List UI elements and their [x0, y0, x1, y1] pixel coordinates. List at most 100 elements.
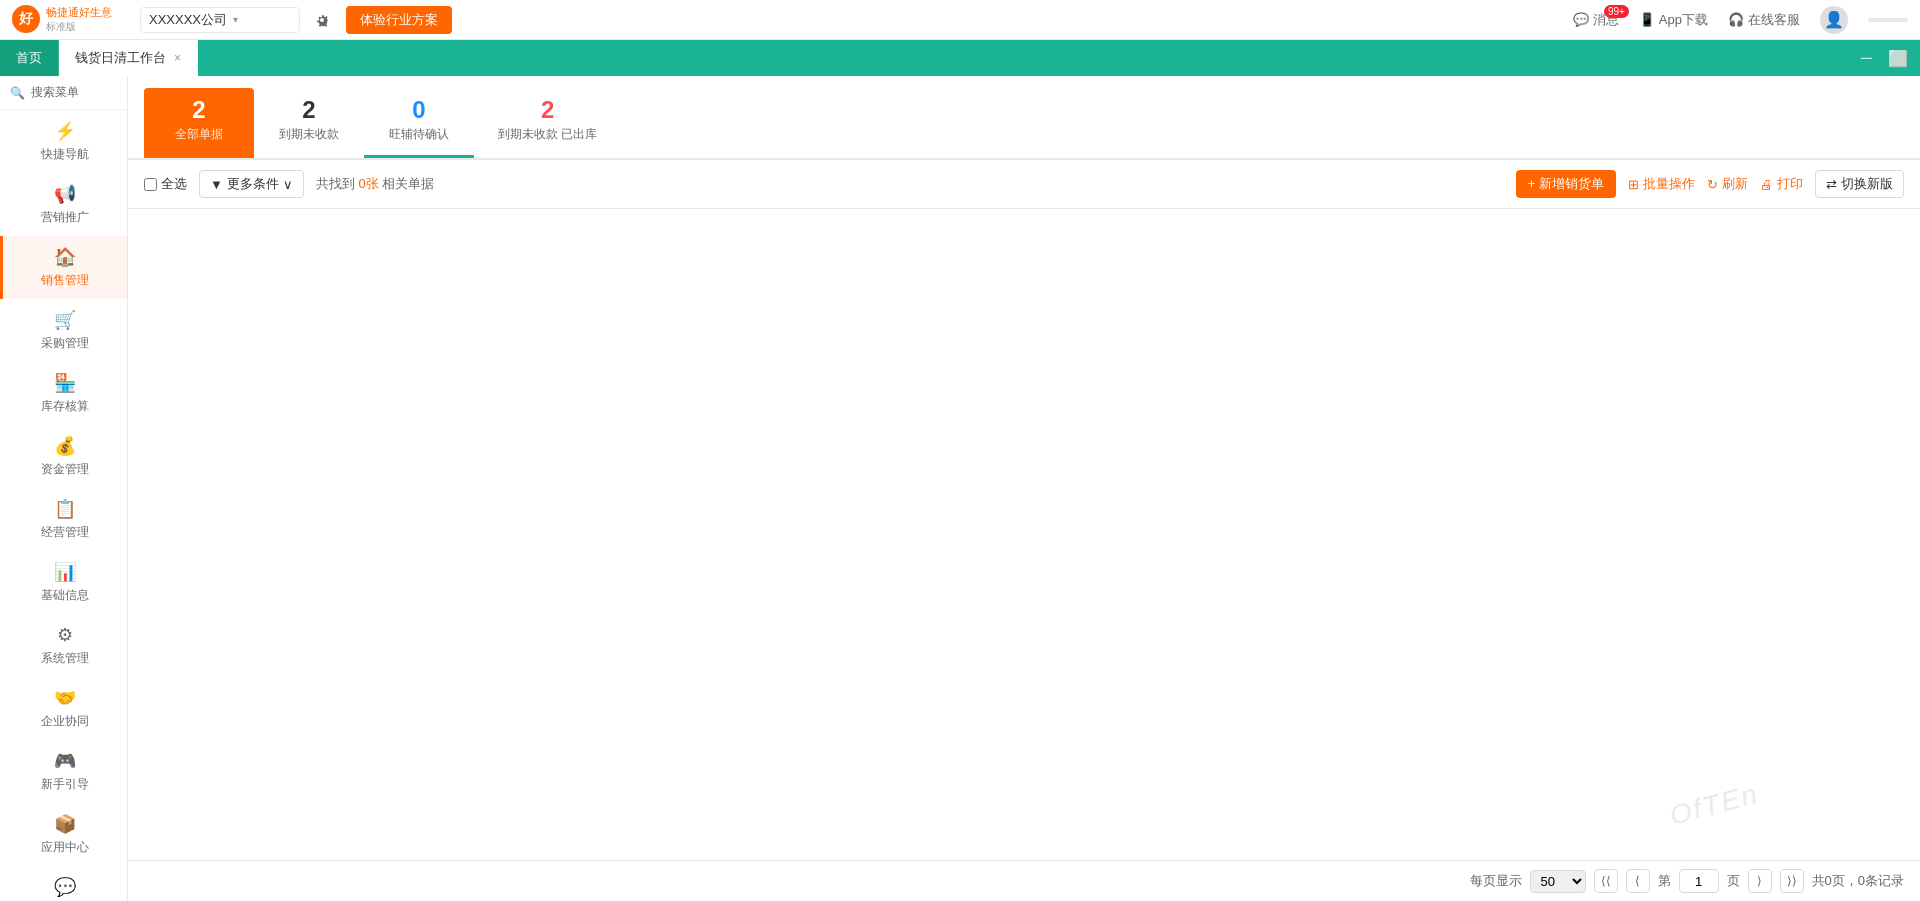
app-download-btn[interactable]: 📱 App下载 — [1639, 11, 1708, 29]
more-conditions-label: 更多条件 — [227, 175, 279, 193]
per-page-select[interactable]: 50 100 200 — [1530, 870, 1586, 893]
more-conditions-btn[interactable]: ▼ 更多条件 ∨ — [199, 170, 304, 198]
sidebar-item-app-center[interactable]: 📦 应用中心 — [0, 803, 127, 866]
summary-tab-pending-number: 0 — [412, 96, 425, 124]
wecom-icon: 💬 — [54, 876, 76, 898]
batch-operation-btn[interactable]: ⊞ 批量操作 — [1628, 175, 1695, 193]
total-info: 共0页，0条记录 — [1812, 872, 1904, 890]
tab-home[interactable]: 首页 — [0, 40, 59, 76]
sidebar-item-basic-info[interactable]: 📊 基础信息 — [0, 551, 127, 614]
online-service-btn[interactable]: 🎧 在线客服 — [1728, 11, 1800, 29]
summary-tab-all[interactable]: 2 全部单据 — [144, 88, 254, 158]
filter-bar-right: + 新增销货单 ⊞ 批量操作 ↻ 刷新 🖨 打印 ⇄ 切换新版 — [1516, 170, 1904, 198]
purchase-icon: 🛒 — [54, 309, 76, 331]
batch-icon: ⊞ — [1628, 177, 1639, 192]
filter-bar: 全选 ▼ 更多条件 ∨ 共找到 0张 相关单据 + 新增销货单 ⊞ 批量操作 ↻ — [128, 160, 1920, 209]
search-menu-label: 搜索菜单 — [31, 84, 79, 101]
chevron-down-icon: ▾ — [233, 14, 238, 25]
summary-tab-pending-label: 旺辅待确认 — [389, 126, 449, 143]
refresh-btn[interactable]: ↻ 刷新 — [1707, 175, 1748, 193]
sidebar-item-label: 销售管理 — [41, 272, 89, 289]
switch-new-version-btn[interactable]: ⇄ 切换新版 — [1815, 170, 1904, 198]
header-right: 💬 消息 99+ 📱 App下载 🎧 在线客服 👤 — [1573, 6, 1908, 34]
company-selector[interactable]: XXXXXX公司 ▾ — [140, 7, 300, 33]
print-btn[interactable]: 🖨 打印 — [1760, 175, 1803, 193]
sidebar-item-system[interactable]: ⚙ 系统管理 — [0, 614, 127, 677]
page-input[interactable] — [1679, 869, 1719, 893]
system-icon: ⚙ — [54, 624, 76, 646]
app-download-label: App下载 — [1659, 11, 1708, 29]
sidebar-item-label: 营销推广 — [41, 209, 89, 226]
print-label: 打印 — [1777, 175, 1803, 193]
message-btn[interactable]: 💬 消息 99+ — [1573, 11, 1619, 29]
tab-minimize-icon[interactable]: ─ — [1857, 47, 1876, 69]
found-count: 0张 — [359, 176, 379, 191]
tab-bar-right: ─ ⬜ — [1857, 47, 1920, 70]
chevron-down-icon: ∨ — [283, 177, 293, 192]
main-layout: 🔍 搜索菜单 ⚡ 快捷导航 📢 营销推广 🏠 销售管理 🛒 采购管理 🏪 库存核… — [0, 76, 1920, 901]
top-header: 好 畅捷通好生意 标准版 XXXXXX公司 ▾ 体验行业方案 💬 消息 99+ … — [0, 0, 1920, 40]
add-sales-order-btn[interactable]: + 新增销货单 — [1516, 170, 1616, 198]
experience-btn[interactable]: 体验行业方案 — [346, 6, 452, 34]
sidebar-item-wecom[interactable]: 💬 企业微信 — [0, 866, 127, 901]
summary-tab-overdue-label: 到期未收款 — [279, 126, 339, 143]
print-icon: 🖨 — [1760, 177, 1773, 192]
sidebar-item-label: 采购管理 — [41, 335, 89, 352]
logo-badge: 标准版 — [46, 20, 112, 34]
next-page-btn[interactable]: ⟩ — [1748, 869, 1772, 893]
sidebar-item-label: 资金管理 — [41, 461, 89, 478]
summary-tabs: 2 全部单据 2 到期未收款 0 旺辅待确认 2 到期未收款 已出库 — [128, 76, 1920, 160]
sidebar-item-label: 经营管理 — [41, 524, 89, 541]
tab-qhrc[interactable]: 钱货日清工作台 × — [59, 40, 198, 76]
settings-icon-btn[interactable] — [308, 6, 336, 34]
per-page-label: 每页显示 — [1470, 872, 1522, 890]
online-service-label: 在线客服 — [1748, 11, 1800, 29]
summary-tab-all-number: 2 — [192, 96, 205, 124]
sidebar-item-sales[interactable]: 🏠 销售管理 — [0, 236, 127, 299]
refresh-icon: ↻ — [1707, 177, 1718, 192]
switch-icon: ⇄ — [1826, 177, 1837, 192]
sidebar-item-marketing[interactable]: 📢 营销推广 — [0, 173, 127, 236]
logo-icon: 好 — [12, 5, 40, 33]
basic-info-icon: 📊 — [54, 561, 76, 583]
avatar-name[interactable] — [1868, 18, 1908, 22]
sidebar-item-enterprise[interactable]: 🤝 企业协同 — [0, 677, 127, 740]
sidebar-item-quick-nav[interactable]: ⚡ 快捷导航 — [0, 110, 127, 173]
table-area — [128, 209, 1920, 860]
found-text: 共找到 0张 相关单据 — [316, 175, 434, 193]
marketing-icon: 📢 — [54, 183, 76, 205]
content-area: 2 全部单据 2 到期未收款 0 旺辅待确认 2 到期未收款 已出库 全选 — [128, 76, 1920, 901]
tab-home-label: 首页 — [16, 49, 42, 67]
sidebar-search[interactable]: 🔍 搜索菜单 — [0, 76, 127, 110]
search-icon: 🔍 — [10, 86, 25, 100]
sidebar-item-inventory[interactable]: 🏪 库存核算 — [0, 362, 127, 425]
tab-close-icon[interactable]: × — [174, 51, 181, 65]
avatar[interactable]: 👤 — [1820, 6, 1848, 34]
message-badge: 99+ — [1604, 5, 1629, 18]
last-page-btn[interactable]: ⟩⟩ — [1780, 869, 1804, 893]
phone-icon: 📱 — [1639, 12, 1655, 27]
sidebar-item-purchase[interactable]: 🛒 采购管理 — [0, 299, 127, 362]
page-suffix: 页 — [1727, 872, 1740, 890]
sidebar: 🔍 搜索菜单 ⚡ 快捷导航 📢 营销推广 🏠 销售管理 🛒 采购管理 🏪 库存核… — [0, 76, 128, 901]
sidebar-item-operation[interactable]: 📋 经营管理 — [0, 488, 127, 551]
service-icon: 🎧 — [1728, 12, 1744, 27]
sidebar-item-guide[interactable]: 🎮 新手引导 — [0, 740, 127, 803]
first-page-btn[interactable]: ⟨⟨ — [1594, 869, 1618, 893]
sidebar-item-label: 企业协同 — [41, 713, 89, 730]
logo-area: 好 畅捷通好生意 标准版 — [12, 5, 140, 33]
sidebar-item-finance[interactable]: 💰 资金管理 — [0, 425, 127, 488]
select-all-checkbox[interactable] — [144, 178, 157, 191]
inventory-icon: 🏪 — [54, 372, 76, 394]
guide-icon: 🎮 — [54, 750, 76, 772]
page-label: 第 — [1658, 872, 1671, 890]
sidebar-item-label: 系统管理 — [41, 650, 89, 667]
tab-maximize-icon[interactable]: ⬜ — [1884, 47, 1912, 70]
select-all-area[interactable]: 全选 — [144, 175, 187, 193]
sidebar-item-label: 应用中心 — [41, 839, 89, 856]
summary-tab-pending[interactable]: 0 旺辅待确认 — [364, 88, 474, 158]
prev-page-btn[interactable]: ⟨ — [1626, 869, 1650, 893]
summary-tab-overdue[interactable]: 2 到期未收款 — [254, 88, 364, 158]
summary-tab-shipped[interactable]: 2 到期未收款 已出库 — [474, 88, 621, 158]
app-center-icon: 📦 — [54, 813, 76, 835]
